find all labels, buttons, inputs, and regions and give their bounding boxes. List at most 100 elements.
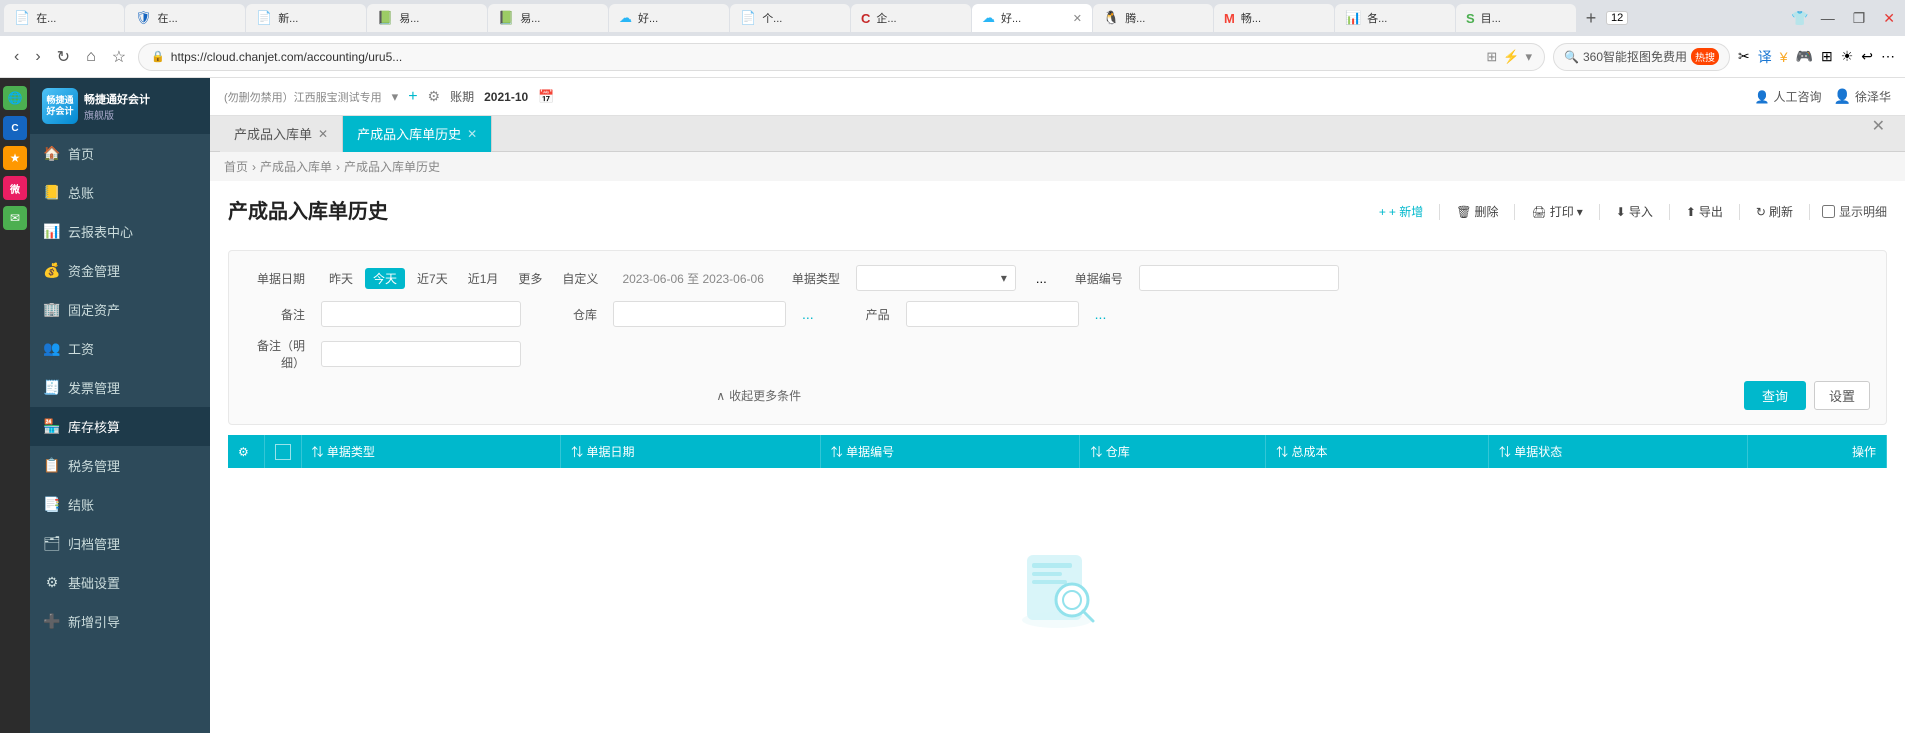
th-checkbox[interactable]: [264, 435, 301, 468]
page-tab-main[interactable]: 产成品入库单 ✕: [220, 116, 343, 152]
nav-item-archive[interactable]: 🗂 归档管理: [30, 524, 210, 563]
back-button[interactable]: ‹: [10, 48, 23, 66]
service-button[interactable]: 👤 人工咨询: [1755, 88, 1822, 105]
browser-tab-13[interactable]: S 目...: [1456, 4, 1576, 32]
breadcrumb-list[interactable]: 产成品入库单: [260, 158, 332, 175]
th-warehouse[interactable]: ⇅ 仓库: [1080, 435, 1266, 468]
settings-filter-button[interactable]: 设置: [1814, 381, 1870, 410]
browser-tab-10[interactable]: 🐧 腾...: [1093, 4, 1213, 32]
game-icon[interactable]: 🎮: [1796, 48, 1813, 65]
type-select[interactable]: ▾: [856, 265, 1016, 291]
user-profile[interactable]: 👤 徐泽华: [1834, 88, 1891, 105]
date-btn-today[interactable]: 今天: [365, 268, 405, 289]
date-btn-yesterday[interactable]: 昨天: [321, 268, 361, 289]
warehouse-input[interactable]: [613, 301, 786, 327]
new-tab-button[interactable]: +: [1577, 4, 1605, 32]
company-settings-icon[interactable]: ⚙: [428, 88, 441, 105]
warehouse-more-icon[interactable]: ...: [802, 306, 814, 322]
browser-tab-2[interactable]: 🛡 在...: [125, 4, 245, 32]
close-button[interactable]: ✕: [1877, 10, 1901, 27]
refresh-button[interactable]: ↻: [53, 47, 74, 67]
nav-item-ledger[interactable]: 📒 总账: [30, 173, 210, 212]
th-total-cost[interactable]: ⇅ 总成本: [1266, 435, 1489, 468]
yuan-icon[interactable]: ¥: [1780, 49, 1788, 65]
collapse-button[interactable]: ∧ 收起更多条件: [716, 387, 801, 404]
browser-tab-1[interactable]: 📄 在...: [4, 4, 124, 32]
browser-tab-5[interactable]: 📗 易...: [488, 4, 608, 32]
shirt-icon[interactable]: 👕: [1791, 10, 1808, 27]
sidebar-icon-star[interactable]: ★: [3, 146, 27, 170]
page-tab-history[interactable]: 产成品入库单历史 ✕: [343, 116, 492, 152]
calendar-icon[interactable]: 📅: [538, 89, 554, 105]
nav-item-invoice[interactable]: 🧾 发票管理: [30, 368, 210, 407]
browser-tab-3[interactable]: 📄 新...: [246, 4, 366, 32]
nav-item-funds[interactable]: 💰 资金管理: [30, 251, 210, 290]
date-btn-custom[interactable]: 自定义: [554, 268, 606, 289]
apps-icon[interactable]: ⊞: [1821, 48, 1833, 65]
delete-button[interactable]: 🗑 删除: [1452, 201, 1502, 222]
th-type[interactable]: ⇅ 单据类型: [301, 435, 561, 468]
import-button[interactable]: ⬇ 导入: [1612, 201, 1657, 222]
bookmark-button[interactable]: ☆: [108, 47, 130, 67]
nav-item-new-bill[interactable]: ➕ 新增引导: [30, 602, 210, 641]
product-more-icon[interactable]: ...: [1095, 306, 1107, 322]
forward-button[interactable]: ›: [31, 48, 44, 66]
sidebar-icon-mail[interactable]: ✉: [3, 206, 27, 230]
home-button[interactable]: ⌂: [82, 48, 100, 66]
th-date[interactable]: ⇅ 单据日期: [561, 435, 821, 468]
number-input[interactable]: [1139, 265, 1339, 291]
th-number[interactable]: ⇅ 单据编号: [820, 435, 1080, 468]
browser-tab-9[interactable]: ☁ 好... ✕: [972, 4, 1092, 32]
nav-item-settlement[interactable]: 📑 结账: [30, 485, 210, 524]
refresh-button[interactable]: ↻ 刷新: [1752, 201, 1797, 222]
query-button[interactable]: 查询: [1744, 381, 1806, 410]
address-bar[interactable]: 🔒 https://cloud.chanjet.com/accounting/u…: [138, 43, 1545, 71]
nav-item-payroll[interactable]: 👥 工资: [30, 329, 210, 368]
topbar-dropdown-icon[interactable]: ▾: [392, 89, 399, 105]
dropdown-icon[interactable]: ▾: [1525, 49, 1532, 65]
settings-icon[interactable]: ⋯: [1881, 48, 1895, 65]
nav-item-fixed-assets[interactable]: 🏢 固定资产: [30, 290, 210, 329]
tab-close-9[interactable]: ✕: [1073, 12, 1082, 25]
sidebar-icon-browser[interactable]: 🌐: [3, 86, 27, 110]
page-tab-history-close[interactable]: ✕: [467, 127, 477, 141]
page-tab-main-close[interactable]: ✕: [318, 127, 328, 141]
nav-item-inventory[interactable]: 🏪 库存核算: [30, 407, 210, 446]
show-columns-checkbox[interactable]: 显示明细: [1822, 203, 1887, 220]
breadcrumb-home[interactable]: 首页: [224, 158, 248, 175]
browser-tab-8[interactable]: C 企...: [851, 4, 971, 32]
browser-tab-7[interactable]: 📄 个...: [730, 4, 850, 32]
product-input[interactable]: [906, 301, 1079, 327]
undo-icon[interactable]: ↩: [1861, 48, 1873, 65]
date-btn-7days[interactable]: 近7天: [409, 268, 456, 289]
browser-tab-12[interactable]: 📊 各...: [1335, 4, 1455, 32]
add-company-button[interactable]: +: [408, 88, 417, 106]
note-input[interactable]: [321, 301, 521, 327]
show-columns-input[interactable]: [1822, 205, 1835, 218]
th-status[interactable]: ⇅ 单据状态: [1488, 435, 1748, 468]
export-button[interactable]: ⬆ 导出: [1682, 201, 1727, 222]
note2-input[interactable]: [321, 341, 521, 367]
sidebar-icon-chanjet[interactable]: C: [3, 116, 27, 140]
browser-tab-4[interactable]: 📗 易...: [367, 4, 487, 32]
maximize-button[interactable]: ❐: [1847, 10, 1872, 27]
nav-item-tax[interactable]: 📋 税务管理: [30, 446, 210, 485]
print-button[interactable]: 🖨 打印 ▾: [1527, 201, 1586, 222]
th-settings[interactable]: ⚙: [228, 435, 264, 468]
scissors-icon[interactable]: ✂: [1738, 48, 1750, 65]
translate-icon[interactable]: 译: [1758, 47, 1772, 67]
nav-item-settings[interactable]: ⚙ 基础设置: [30, 563, 210, 602]
browser-tab-6[interactable]: ☁ 好...: [609, 4, 729, 32]
column-settings-icon[interactable]: ⚙: [238, 445, 249, 459]
date-btn-1month[interactable]: 近1月: [460, 268, 507, 289]
nav-item-cloud-report[interactable]: 📊 云报表中心: [30, 212, 210, 251]
search-bar[interactable]: 🔍 360智能抠图免费用 热搜: [1553, 43, 1730, 71]
nav-item-home[interactable]: 🏠 首页: [30, 134, 210, 173]
new-button[interactable]: + + 新增: [1375, 201, 1427, 222]
browser-tab-11[interactable]: M 畅...: [1214, 4, 1334, 32]
panel-close-button[interactable]: ✕: [1872, 116, 1885, 136]
sidebar-icon-weibo[interactable]: 微: [3, 176, 27, 200]
date-btn-more[interactable]: 更多: [510, 268, 550, 289]
minimize-button[interactable]: —: [1815, 10, 1841, 26]
select-all-checkbox[interactable]: [275, 444, 291, 460]
